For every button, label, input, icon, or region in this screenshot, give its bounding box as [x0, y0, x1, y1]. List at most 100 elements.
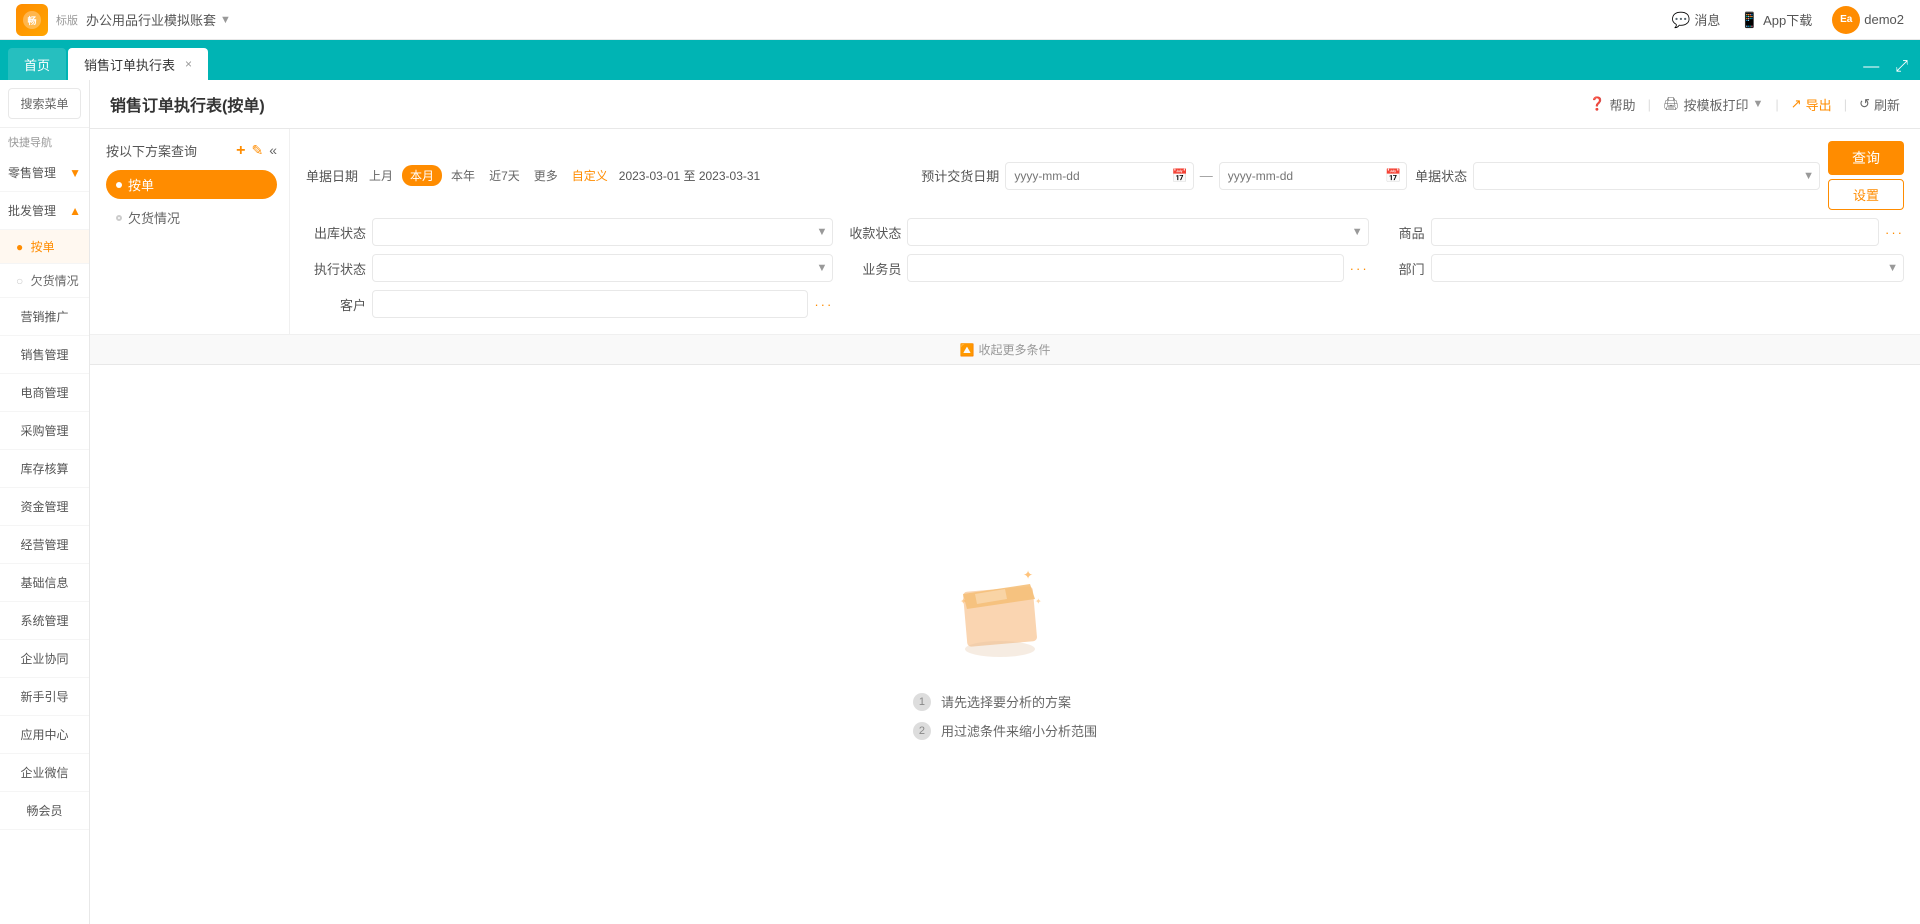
content-area: 销售订单执行表(按单) ❓ 帮助 | 🖨 按模板打印 ▼ | ↗ 导出 |	[90, 80, 1920, 924]
department-select[interactable]	[1431, 254, 1904, 282]
customer-more-icon[interactable]: ···	[814, 297, 833, 312]
export-label: 导出	[1806, 95, 1832, 114]
sidebar-item-system[interactable]: 系统管理	[0, 602, 89, 640]
filter-field-goods: 商品 ···	[1377, 218, 1904, 246]
page-header: 销售订单执行表(按单) ❓ 帮助 | 🖨 按模板打印 ▼ | ↗ 导出 |	[90, 80, 1920, 129]
date-tab-more[interactable]: 更多	[529, 165, 563, 186]
goods-more-icon[interactable]: ···	[1885, 225, 1904, 240]
execution-select[interactable]	[372, 254, 833, 282]
delivery-date-start-wrapper: 📅	[1005, 162, 1193, 190]
delivery-start-cal-icon: 📅	[1172, 168, 1188, 184]
customer-input[interactable]	[372, 290, 808, 318]
topbar-left: 畅 标版 办公用品行业模拟账套 ▼	[16, 4, 231, 36]
sidebar-item-member[interactable]: 畅会员	[0, 792, 89, 830]
goods-input[interactable]	[1431, 218, 1879, 246]
scheme-collapse-icon[interactable]: «	[269, 142, 277, 160]
table-area: ✦ ✦ ✦ 1 请先选择要分析的方案 2 用过滤条件来缩小分析范围	[90, 365, 1920, 924]
sidebar-system-label: 系统管理	[20, 612, 68, 629]
refresh-label: 刷新	[1874, 95, 1900, 114]
delivery-end-cal-icon: 📅	[1385, 168, 1401, 184]
filter-row-2: 出库状态 ▼ 收款状态	[306, 218, 1904, 246]
sidebar-sub-item-press-order[interactable]: ● 按单	[0, 230, 89, 264]
maximize-icon[interactable]: ⤢	[1891, 54, 1912, 80]
refresh-btn[interactable]: ↺ 刷新	[1859, 95, 1900, 114]
app-download-btn[interactable]: 📱 App下载	[1740, 10, 1812, 29]
svg-text:✦: ✦	[1035, 597, 1042, 606]
salesperson-input[interactable]	[907, 254, 1343, 282]
salesperson-more-icon[interactable]: ···	[1350, 261, 1369, 276]
filter-field-customer: 客户 ···	[306, 290, 833, 318]
sidebar: 搜索菜单 快捷导航 零售管理 ▼ 批发管理 ▲ ● 按单 ○ 欠货情况 营销推广…	[0, 80, 90, 924]
sidebar-item-inventory[interactable]: 库存核算	[0, 450, 89, 488]
help-label: 帮助	[1610, 95, 1636, 114]
minimize-icon[interactable]: —	[1859, 54, 1883, 80]
sidebar-item-purchase[interactable]: 采购管理	[0, 412, 89, 450]
sidebar-item-apps[interactable]: 应用中心	[0, 716, 89, 754]
press-order-dot: ●	[16, 240, 23, 254]
page-dropdown-label: 办公用品行业模拟账套	[86, 10, 216, 29]
sidebar-operation-label: 经营管理	[20, 536, 68, 553]
sidebar-item-wholesale[interactable]: 批发管理 ▲	[0, 192, 89, 230]
scheme-add-icon[interactable]: +	[236, 142, 245, 160]
sidebar-item-guide[interactable]: 新手引导	[0, 678, 89, 716]
date-label: 单据日期	[306, 166, 358, 185]
scheme-item-dot-active	[116, 182, 122, 188]
filter-field-status: 单据状态 ▼	[1415, 162, 1820, 190]
tab-home[interactable]: 首页	[8, 48, 66, 80]
sidebar-item-operation[interactable]: 经营管理	[0, 526, 89, 564]
date-tab-this-month[interactable]: 本月	[402, 165, 442, 186]
scheme-edit-icon[interactable]: ✎	[251, 142, 263, 160]
date-tab-last-month[interactable]: 上月	[364, 165, 398, 186]
help-icon: ❓	[1589, 96, 1605, 112]
sidebar-item-wechat[interactable]: 企业微信	[0, 754, 89, 792]
page-dropdown[interactable]: 办公用品行业模拟账套 ▼	[86, 10, 231, 29]
sidebar-item-ecommerce[interactable]: 电商管理	[0, 374, 89, 412]
main-wrapper: 搜索菜单 快捷导航 零售管理 ▼ 批发管理 ▲ ● 按单 ○ 欠货情况 营销推广…	[0, 80, 1920, 924]
app-logo: 畅	[16, 4, 48, 36]
delivery-start-input[interactable]	[1005, 162, 1193, 190]
execution-select-wrapper: ▼	[372, 254, 833, 282]
sidebar-item-sales[interactable]: 销售管理	[0, 336, 89, 374]
filter-row-3: 执行状态 ▼ 业务员 ···	[306, 254, 1904, 282]
sidebar-item-basic[interactable]: 基础信息	[0, 564, 89, 602]
hint-1-text: 请先选择要分析的方案	[941, 692, 1071, 711]
sidebar-item-marketing[interactable]: 营销推广	[0, 298, 89, 336]
topbar-right: 💬 消息 📱 App下载 Ea demo2	[1672, 6, 1904, 34]
delivery-end-input[interactable]	[1219, 162, 1407, 190]
shipment-select[interactable]	[372, 218, 833, 246]
sidebar-basic-label: 基础信息	[20, 574, 68, 591]
collapse-btn[interactable]: 🔼 收起更多条件	[960, 341, 1051, 358]
sidebar-sub-item-arrears[interactable]: ○ 欠货情况	[0, 264, 89, 298]
sidebar-item-finance[interactable]: 资金管理	[0, 488, 89, 526]
user-profile[interactable]: Ea demo2	[1832, 6, 1904, 34]
export-btn[interactable]: ↗ 导出	[1791, 95, 1832, 114]
sidebar-purchase-label: 采购管理	[20, 422, 68, 439]
help-btn[interactable]: ❓ 帮助	[1589, 95, 1635, 114]
search-btn[interactable]: 查询	[1828, 141, 1904, 175]
refresh-icon: ↺	[1859, 96, 1870, 112]
sidebar-finance-label: 资金管理	[20, 498, 68, 515]
tab-sales-order[interactable]: 销售订单执行表 ×	[68, 48, 208, 80]
tab-close-icon[interactable]: ×	[185, 57, 192, 71]
date-tab-7days[interactable]: 近7天	[484, 165, 525, 186]
sidebar-item-enterprise[interactable]: 企业协同	[0, 640, 89, 678]
sidebar-item-retail[interactable]: 零售管理 ▼	[0, 154, 89, 192]
filter-inner: 按以下方案查询 + ✎ « 按单 欠货情况	[90, 129, 1920, 335]
message-btn[interactable]: 💬 消息	[1672, 10, 1721, 29]
scheme-item-arrears[interactable]: 欠货情况	[106, 203, 277, 232]
sidebar-wechat-label: 企业微信	[20, 764, 68, 781]
scheme-header: 按以下方案查询 + ✎ «	[106, 141, 277, 160]
scheme-item-press-order[interactable]: 按单	[106, 170, 277, 199]
filter-field-date: 单据日期 上月 本月 本年 近7天 更多 自定义 2023-03-01 至 20…	[306, 165, 913, 186]
search-menu-btn[interactable]: 搜索菜单	[8, 88, 81, 119]
sidebar-search: 搜索菜单	[0, 80, 89, 128]
template-print-btn[interactable]: 🖨 按模板打印 ▼	[1663, 95, 1763, 114]
date-tab-this-year[interactable]: 本年	[446, 165, 480, 186]
status-select[interactable]	[1473, 162, 1820, 190]
sidebar-marketing-label: 营销推广	[20, 308, 68, 325]
date-tab-custom[interactable]: 自定义	[567, 165, 613, 186]
receipt-select-wrapper: ▼	[907, 218, 1368, 246]
receipt-select[interactable]	[907, 218, 1368, 246]
department-select-wrapper: ▼	[1431, 254, 1904, 282]
setting-btn[interactable]: 设置	[1828, 179, 1904, 210]
